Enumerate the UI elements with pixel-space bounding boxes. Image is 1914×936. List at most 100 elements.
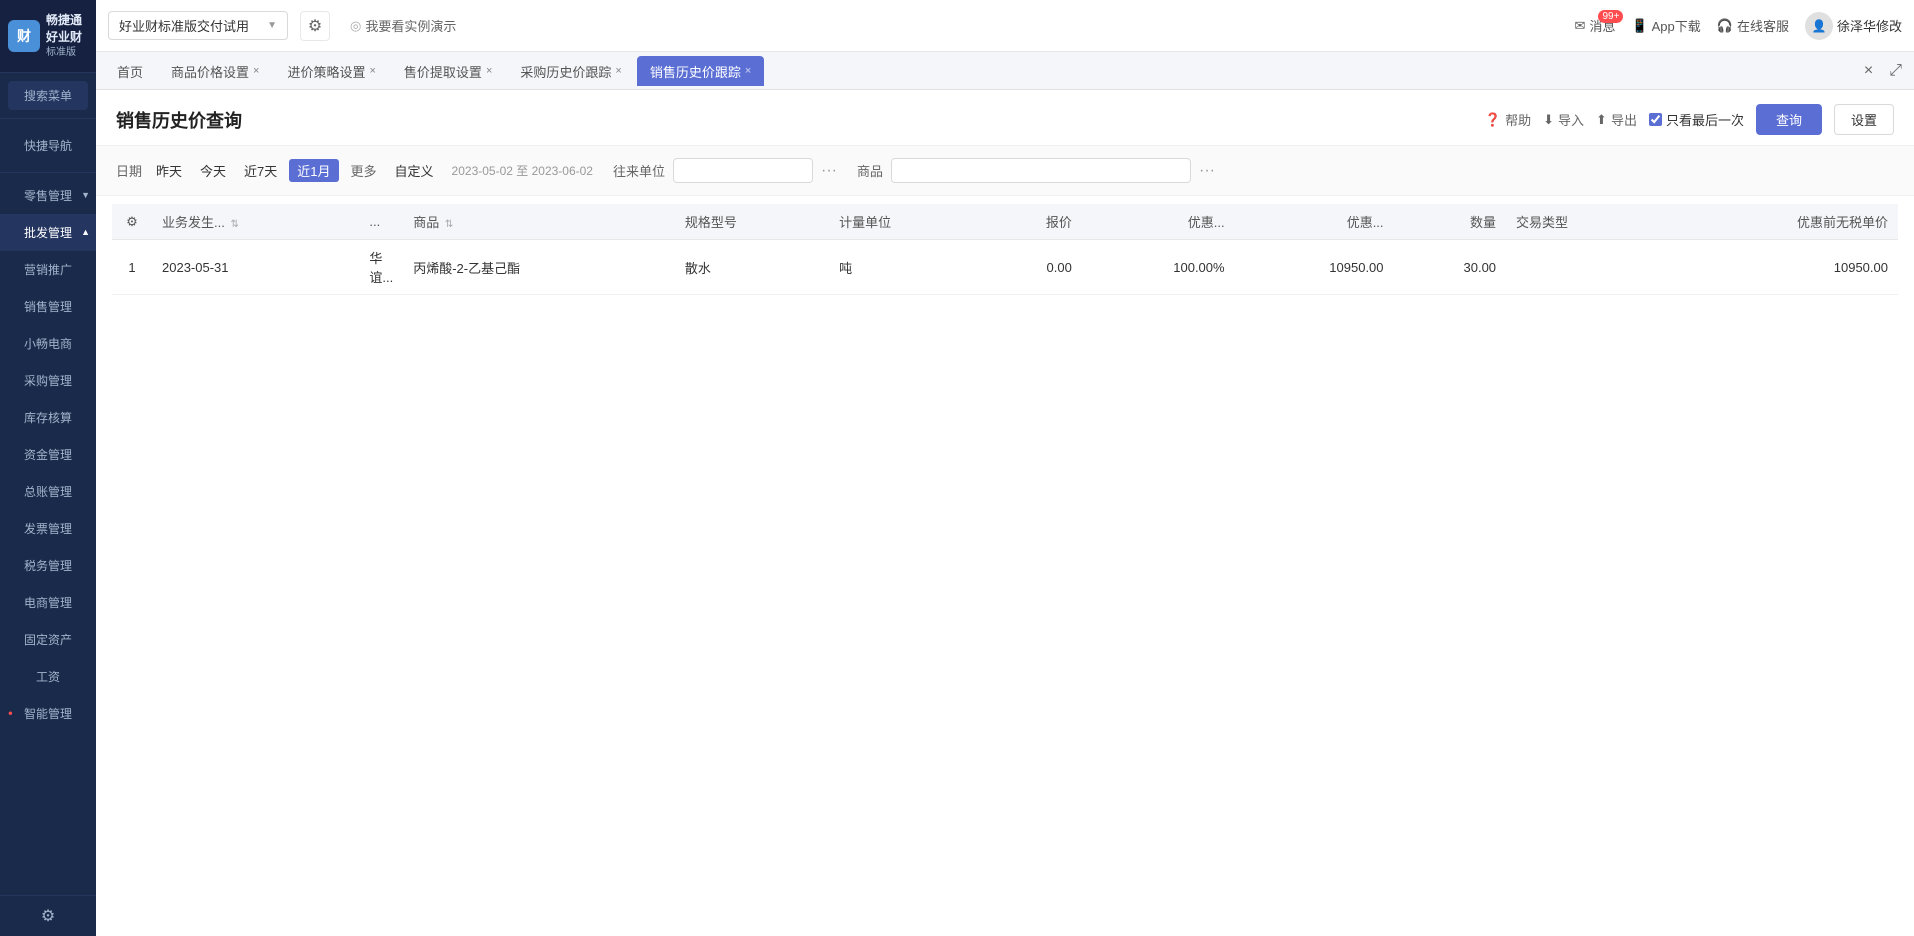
col-qty[interactable]: 数量: [1394, 204, 1507, 240]
from-unit-input[interactable]: [673, 158, 813, 183]
date-opt-last7[interactable]: 近7天: [238, 159, 283, 182]
app-download-button[interactable]: 📱 App下载: [1631, 16, 1700, 35]
sidebar-item-invoice[interactable]: 发票管理: [0, 510, 96, 547]
page-title: 销售历史价查询: [116, 107, 242, 133]
company-selector[interactable]: 好业财标准版交付试用 ▼: [108, 11, 288, 40]
tab-sale-history-close[interactable]: ×: [745, 65, 751, 77]
date-opt-more[interactable]: 更多: [345, 159, 383, 182]
help-link[interactable]: ❓ 帮助: [1485, 110, 1531, 129]
tab-price[interactable]: 商品价格设置 ×: [158, 56, 272, 86]
table-container: ⚙ 业务发生... ⇅ ... 商品 ⇅: [96, 204, 1914, 295]
settings-icon[interactable]: ⚙: [41, 908, 55, 925]
tab-home[interactable]: 首页: [104, 56, 156, 86]
sidebar-item-purchase[interactable]: 采购管理: [0, 362, 96, 399]
table-body: 1 2023-05-31 华谊... 丙烯酸-2-乙基己酯 散水 吨 0.00 …: [112, 240, 1898, 295]
sidebar-item-finance[interactable]: 资金管理: [0, 436, 96, 473]
col-trade-type[interactable]: 交易类型: [1506, 204, 1660, 240]
product-input[interactable]: [891, 158, 1191, 183]
settings-button[interactable]: 设置: [1834, 104, 1894, 135]
search-menu-button[interactable]: 搜索菜单: [8, 81, 88, 110]
sidebar-item-retail[interactable]: 零售管理: [0, 177, 96, 214]
tab-strategy[interactable]: 进价策略设置 ×: [274, 56, 388, 86]
col-unit[interactable]: 计量单位: [829, 204, 983, 240]
from-unit-filter: 往来单位 ···: [613, 158, 837, 183]
tab-purchase-history-close[interactable]: ×: [615, 65, 621, 77]
sidebar-item-ecommerce-small[interactable]: 小畅电商: [0, 325, 96, 362]
sidebar-item-label: 税务管理: [24, 557, 72, 574]
table-header-row: ⚙ 业务发生... ⇅ ... 商品 ⇅: [112, 204, 1898, 240]
cell-trade-type: [1506, 240, 1660, 295]
sidebar-item-label: 电商管理: [24, 594, 72, 611]
date-opt-custom[interactable]: 自定义: [389, 159, 440, 182]
topbar-gear-button[interactable]: ⚙: [300, 11, 330, 41]
date-opt-yesterday[interactable]: 昨天: [150, 159, 188, 182]
col-pretax-price-label: 优惠前无税单价: [1797, 215, 1888, 230]
cell-price: 0.00: [983, 240, 1082, 295]
sidebar-item-sales[interactable]: 销售管理: [0, 288, 96, 325]
tab-price-label: 商品价格设置: [171, 62, 249, 81]
app-logo-icon: 财: [8, 20, 40, 52]
cell-spec: 散水: [675, 240, 829, 295]
chevron-down-icon: ▼: [267, 20, 277, 31]
col-discount2[interactable]: 优惠...: [1235, 204, 1394, 240]
app-logo-text: 畅捷通好业财 标准版: [46, 12, 88, 60]
sidebar-item-marketing[interactable]: 营销推广: [0, 251, 96, 288]
col-spec[interactable]: 规格型号: [675, 204, 829, 240]
table-row: 1 2023-05-31 华谊... 丙烯酸-2-乙基己酯 散水 吨 0.00 …: [112, 240, 1898, 295]
date-opt-last1m[interactable]: 近1月: [289, 159, 338, 182]
sidebar-item-label: 批发管理: [24, 224, 72, 241]
tab-purchase-history[interactable]: 采购历史价跟踪 ×: [507, 56, 634, 86]
import-link[interactable]: ⬇ 导入: [1543, 110, 1584, 129]
tab-strategy-label: 进价策略设置: [287, 62, 365, 81]
demo-icon: ◎: [350, 18, 361, 34]
tab-sale-price-close[interactable]: ×: [486, 65, 492, 77]
cell-qty: 30.00: [1394, 240, 1507, 295]
mobile-icon: 📱: [1631, 18, 1647, 34]
from-unit-label: 往来单位: [613, 161, 665, 180]
col-biz-date[interactable]: 业务发生... ⇅: [152, 204, 359, 240]
sidebar-item-assets[interactable]: 固定资产: [0, 621, 96, 658]
tab-sale-history[interactable]: 销售历史价跟踪 ×: [637, 56, 764, 86]
sidebar-item-tax[interactable]: 税务管理: [0, 547, 96, 584]
cell-discount1: 100.00%: [1082, 240, 1235, 295]
only-last-checkbox[interactable]: [1649, 113, 1662, 126]
query-button[interactable]: 查询: [1756, 104, 1822, 135]
sidebar-item-smart[interactable]: 智能管理: [0, 695, 96, 732]
sidebar-item-salary[interactable]: 工资: [0, 658, 96, 695]
column-gear-icon: ⚙: [126, 214, 138, 229]
col-qty-label: 数量: [1470, 215, 1496, 230]
table-head: ⚙ 业务发生... ⇅ ... 商品 ⇅: [112, 204, 1898, 240]
cell-num: 1: [112, 240, 152, 295]
col-discount1[interactable]: 优惠...: [1082, 204, 1235, 240]
tab-strategy-close[interactable]: ×: [369, 65, 375, 77]
sidebar-item-ledger[interactable]: 总账管理: [0, 473, 96, 510]
app-download-label: App下载: [1652, 16, 1701, 35]
user-profile[interactable]: 👤 徐泽华修改: [1805, 12, 1902, 40]
date-opt-today[interactable]: 今天: [194, 159, 232, 182]
cell-pretax-price: 10950.00: [1660, 240, 1898, 295]
product-dots[interactable]: ···: [1199, 162, 1215, 180]
col-gear[interactable]: ⚙: [112, 204, 152, 240]
close-window-button[interactable]: ×: [1860, 60, 1877, 82]
sidebar-item-quick-nav[interactable]: 快捷导航: [8, 127, 88, 164]
col-product[interactable]: 商品 ⇅: [403, 204, 675, 240]
cell-unit: 吨: [829, 240, 983, 295]
demo-button[interactable]: ◎ 我要看实例演示: [350, 16, 456, 35]
maximize-window-button[interactable]: ⤢: [1885, 60, 1906, 82]
tab-sale-price[interactable]: 售价提取设置 ×: [391, 56, 505, 86]
sidebar-item-ecommerce[interactable]: 电商管理: [0, 584, 96, 621]
sidebar-item-label: 零售管理: [24, 187, 72, 204]
cell-discount2: 10950.00: [1235, 240, 1394, 295]
sidebar-item-wholesale[interactable]: 批发管理: [0, 214, 96, 251]
content-area: 销售历史价查询 ❓ 帮助 ⬇ 导入 ⬆ 导出 只看最后一次 查询: [96, 90, 1914, 936]
messages-button[interactable]: ✉ 消息 99+: [1575, 16, 1616, 35]
tab-price-close[interactable]: ×: [253, 65, 259, 77]
col-price[interactable]: 报价: [983, 204, 1082, 240]
col-pretax-price[interactable]: 优惠前无税单价: [1660, 204, 1898, 240]
col-more[interactable]: ...: [359, 204, 403, 240]
online-service-button[interactable]: 🎧 在线客服: [1717, 16, 1789, 35]
sidebar-item-inventory[interactable]: 库存核算: [0, 399, 96, 436]
tab-sale-price-label: 售价提取设置: [404, 62, 482, 81]
export-link[interactable]: ⬆ 导出: [1596, 110, 1637, 129]
from-unit-dots[interactable]: ···: [821, 162, 837, 180]
